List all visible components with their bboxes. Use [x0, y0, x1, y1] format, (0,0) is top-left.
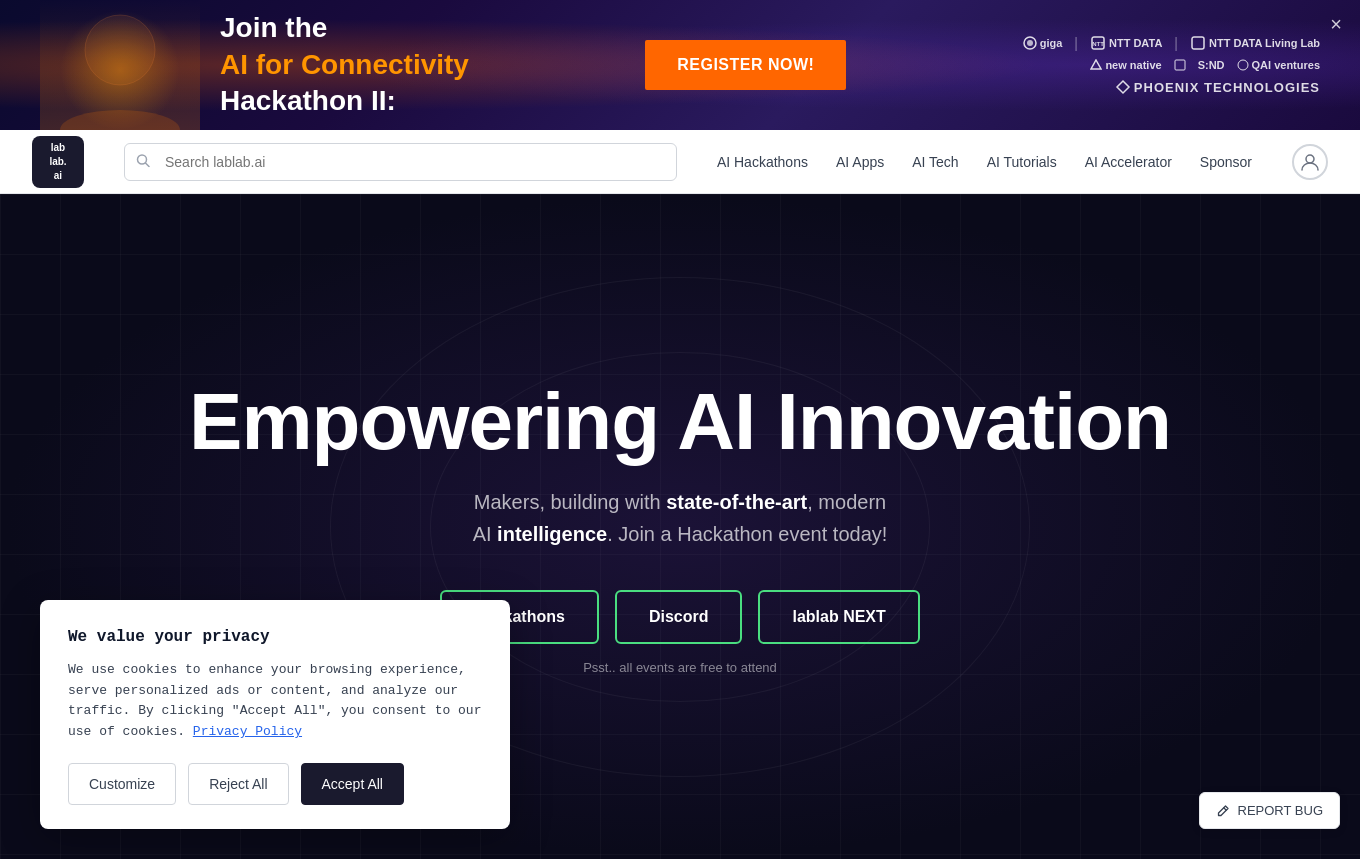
nav-link-hackathons[interactable]: AI Hackathons — [717, 154, 808, 170]
report-bug-label: REPORT BUG — [1238, 803, 1323, 818]
banner-cta-section: REGISTER NOW! — [645, 40, 846, 90]
hero-subtitle-line2-suffix: . Join a Hackathon event today! — [607, 523, 887, 545]
main-nav-links: AI Hackathons AI Apps AI Tech AI Tutoria… — [717, 154, 1252, 170]
banner-title-line1: Join the — [220, 12, 327, 43]
pencil-icon — [1216, 804, 1230, 818]
svg-point-3 — [1027, 40, 1033, 46]
banner-title-line3: Hackathon II: — [220, 85, 396, 116]
svg-point-12 — [1306, 155, 1314, 163]
cookie-consent-banner: We value your privacy We use cookies to … — [40, 600, 510, 829]
user-avatar-button[interactable] — [1292, 144, 1328, 180]
cookie-banner-title: We value your privacy — [68, 628, 482, 646]
hero-subtitle-prefix: Makers, building with — [474, 491, 666, 513]
discord-button[interactable]: Discord — [615, 590, 743, 644]
banner-left-section: Join the AI for Connectivity Hackathon I… — [40, 0, 469, 130]
hero-title: Empowering AI Innovation — [189, 378, 1171, 466]
search-bar-container — [124, 143, 677, 181]
sponsors-row-3: PHOENIX TECHNOLOGIES — [1115, 79, 1320, 95]
banner-sponsors: giga | NTT NTT DATA | NTT DATA Living La… — [1023, 35, 1320, 95]
hero-subtitle-bold: state-of-the-art — [666, 491, 807, 513]
promotional-banner: Join the AI for Connectivity Hackathon I… — [0, 0, 1360, 130]
sponsor-qai: QAI ventures — [1237, 59, 1320, 71]
svg-rect-6 — [1192, 37, 1204, 49]
sponsor-divider-1: | — [1074, 35, 1078, 51]
nav-link-accelerator[interactable]: AI Accelerator — [1085, 154, 1172, 170]
hero-subtitle-line2: AI intelligence. Join a Hackathon event … — [473, 523, 888, 545]
banner-person-image-left — [40, 0, 200, 130]
lablab-next-button[interactable]: lablab NEXT — [758, 590, 919, 644]
banner-close-button[interactable]: × — [1322, 10, 1350, 38]
sponsors-row-2: new native S:ND QAI ventures — [1090, 59, 1320, 71]
banner-title: Join the AI for Connectivity Hackathon I… — [220, 10, 469, 119]
svg-rect-8 — [1175, 60, 1185, 70]
sponsor-nttdata: NTT NTT DATA — [1090, 35, 1162, 51]
svg-point-0 — [60, 110, 180, 130]
sponsor-snd — [1174, 59, 1186, 71]
hero-subtitle: Makers, building with state-of-the-art, … — [189, 486, 1171, 550]
svg-line-11 — [146, 163, 150, 167]
svg-point-9 — [1238, 60, 1248, 70]
logo-text: lab lab. ai — [49, 141, 66, 183]
customize-button[interactable]: Customize — [68, 763, 176, 805]
svg-marker-7 — [1091, 60, 1101, 69]
svg-point-1 — [85, 15, 155, 85]
svg-text:NTT: NTT — [1092, 41, 1104, 47]
site-logo[interactable]: lab lab. ai — [32, 136, 84, 188]
report-bug-button[interactable]: REPORT BUG — [1199, 792, 1340, 829]
nav-link-sponsor[interactable]: Sponsor — [1200, 154, 1252, 170]
sponsor-nttdata-living: NTT DATA Living Lab — [1190, 35, 1320, 51]
privacy-policy-link[interactable]: Privacy Policy — [193, 724, 302, 739]
sponsors-row-1: giga | NTT NTT DATA | NTT DATA Living La… — [1023, 35, 1320, 51]
navbar: lab lab. ai AI Hackathons AI Apps AI Tec… — [0, 130, 1360, 194]
banner-title-line2: AI for Connectivity — [220, 49, 469, 80]
hero-subtitle-suffix: , modern — [807, 491, 886, 513]
hero-section: Empowering AI Innovation Makers, buildin… — [0, 194, 1360, 859]
reject-all-button[interactable]: Reject All — [188, 763, 288, 805]
cookie-banner-body: We use cookies to enhance your browsing … — [68, 660, 482, 743]
nav-link-apps[interactable]: AI Apps — [836, 154, 884, 170]
search-icon — [136, 153, 150, 170]
nav-link-tech[interactable]: AI Tech — [912, 154, 958, 170]
hero-subtitle-intelligence: ntelligence — [503, 523, 607, 545]
register-now-button[interactable]: REGISTER NOW! — [645, 40, 846, 90]
sponsor-phoenix: PHOENIX TECHNOLOGIES — [1115, 79, 1320, 95]
cookie-action-buttons: Customize Reject All Accept All — [68, 763, 482, 805]
sponsor-newnative: new native — [1090, 59, 1161, 71]
svg-line-13 — [1223, 807, 1226, 810]
accept-all-button[interactable]: Accept All — [301, 763, 404, 805]
sponsor-divider-2: | — [1174, 35, 1178, 51]
sponsor-giga: giga — [1023, 36, 1063, 50]
sponsor-snd-text: S:ND — [1198, 59, 1225, 71]
search-input[interactable] — [124, 143, 677, 181]
nav-link-tutorials[interactable]: AI Tutorials — [987, 154, 1057, 170]
